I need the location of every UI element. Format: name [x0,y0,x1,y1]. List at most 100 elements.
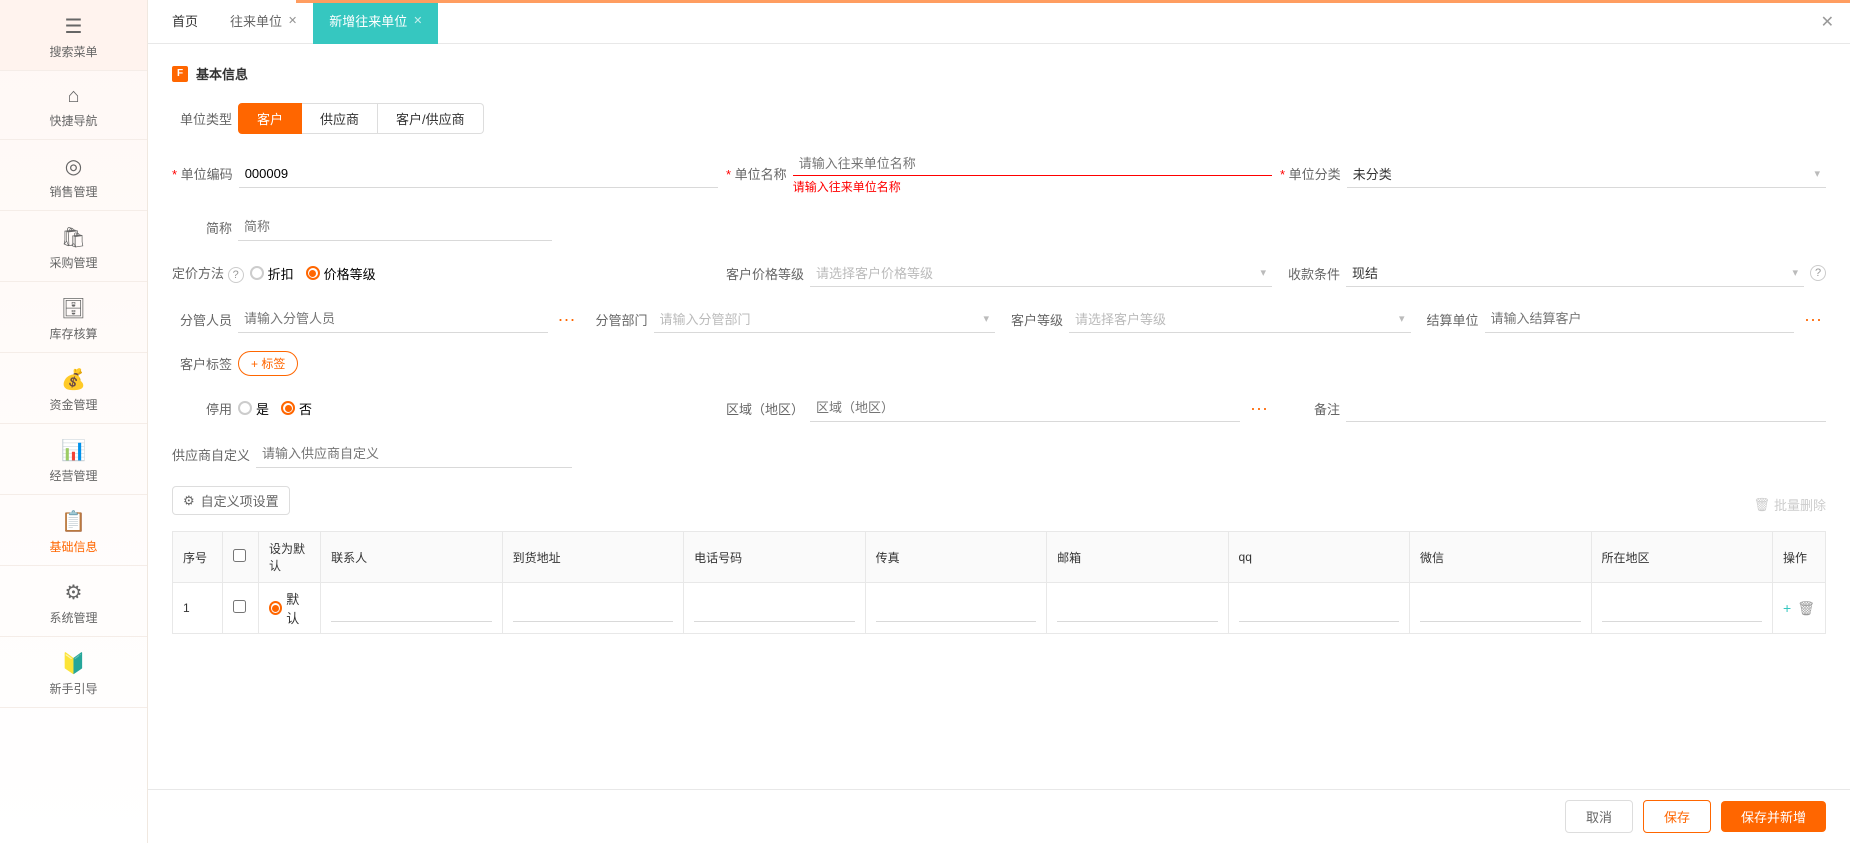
tab-partners-close-icon[interactable]: ✕ [288,14,297,27]
tab-home[interactable]: 首页 [156,0,214,44]
default-radio-dot [272,605,279,612]
payment-terms-label: 收款条件 [1280,264,1340,283]
payment-terms-help-icon[interactable]: ? [1810,265,1826,281]
sidebar-item-quick-nav[interactable]: ⌂ 快捷导航 [0,71,147,140]
contact-input[interactable] [331,594,491,622]
row-checkbox[interactable] [233,600,246,613]
unit-type-customer-button[interactable]: 客户 [238,103,302,134]
gear-icon: ⚙ [183,493,195,509]
note-input[interactable] [1346,394,1826,422]
save-and-new-button[interactable]: 保存并新增 [1721,801,1826,832]
pricing-row: 定价方法 ? 折扣 价格等级 客户价格 [172,259,1826,287]
customer-level-placeholder: 请选择客户等级 [1075,309,1395,328]
sidebar-item-basic-info[interactable]: 📋 基础信息 [0,495,147,566]
unit-code-label: * 单位编码 [172,164,233,183]
custom-settings-button[interactable]: ⚙ 自定义项设置 [172,486,290,515]
cell-region [1591,583,1772,634]
cancel-button[interactable]: 取消 [1565,800,1633,833]
cell-email [1047,583,1228,634]
cell-address [502,583,683,634]
sidebar-item-finance[interactable]: 💰 资金管理 [0,353,147,424]
batch-delete-label: 批量删除 [1774,495,1826,514]
close-all-tabs-button[interactable]: ✕ [1813,12,1842,32]
region-table-input[interactable] [1602,594,1762,622]
pricing-level-radio[interactable]: 价格等级 [306,264,376,283]
fax-input[interactable] [876,594,1036,622]
pricing-help-icon[interactable]: ? [228,267,244,283]
sidebar-item-inventory[interactable]: 🗄 库存核算 [0,282,147,353]
region-input[interactable] [810,394,1240,422]
sidebar-item-system[interactable]: ⚙ 系统管理 [0,566,147,637]
settlement-input[interactable] [1485,305,1795,333]
unit-name-wrapper: 请输入往来单位名称 [793,152,1272,195]
sidebar-item-label-sales: 销售管理 [49,183,97,200]
default-radio[interactable]: 默认 [269,589,310,627]
address-input[interactable] [513,594,673,622]
short-name-input[interactable] [238,213,552,241]
batch-delete-button[interactable]: 🗑 批量删除 [1753,495,1826,514]
payment-terms-select[interactable]: 现结 ▾ [1346,259,1804,287]
col-email: 邮箱 [1047,532,1228,583]
sidebar-item-sales[interactable]: ◎ 销售管理 [0,140,147,211]
delete-row-button[interactable]: 🗑 [1797,600,1815,617]
unit-type-supplier-button[interactable]: 供应商 [302,103,378,134]
unit-code-input[interactable] [239,160,718,188]
pricing-discount-radio[interactable]: 折扣 [250,264,294,283]
col-check [223,532,259,583]
pricing-discount-circle [250,266,264,280]
sidebar-item-label-purchase: 采购管理 [49,254,97,271]
sidebar-item-search[interactable]: ☰ 搜索菜单 [0,0,147,71]
tab-new-partner-close-icon[interactable]: ✕ [413,14,422,27]
note-field: 备注 [1280,394,1826,422]
region-more-button[interactable]: ··· [1246,399,1272,417]
disabled-label: 停用 [172,399,232,418]
add-row-button[interactable]: + [1783,600,1791,616]
region-field: 区域（地区） ··· [726,394,1272,422]
supplier-custom-input[interactable] [256,440,572,468]
cell-phone [684,583,865,634]
cell-qq [1228,583,1409,634]
phone-input[interactable] [694,594,854,622]
disabled-no-radio[interactable]: 否 [281,399,312,418]
sidebar-item-guide[interactable]: 🔰 新手引导 [0,637,147,708]
unit-category-select[interactable]: 未分类 ▾ [1347,160,1826,188]
add-tag-button[interactable]: + 标签 [238,351,298,376]
supplier-custom-label: 供应商自定义 [172,445,250,464]
note-label: 备注 [1280,399,1340,418]
contacts-table: 序号 设为默认 联系人 到货地址 电话号码 传真 邮箱 qq 微信 所在地区 [172,531,1826,634]
sidebar-item-label-guide: 新手引导 [49,680,97,697]
manager-more-button[interactable]: ··· [554,310,580,328]
qq-input[interactable] [1239,594,1399,622]
settlement-more-button[interactable]: ··· [1800,310,1826,328]
default-radio-group: 默认 [269,589,310,627]
wechat-input[interactable] [1420,594,1580,622]
customer-price-level-placeholder: 请选择客户价格等级 [816,263,1256,282]
select-all-checkbox[interactable] [233,549,246,562]
sidebar-item-purchase[interactable]: 🛍 采购管理 [0,211,147,282]
email-input[interactable] [1057,594,1217,622]
inventory-icon: 🗄 [61,296,86,321]
purchase-icon: 🛍 [61,225,86,250]
tab-new-partner[interactable]: 新增往来单位 ✕ [313,0,438,44]
sidebar-item-operations[interactable]: 📊 经营管理 [0,424,147,495]
disabled-no-label: 否 [299,399,312,418]
customer-price-level-select[interactable]: 请选择客户价格等级 ▾ [810,259,1272,287]
customer-level-select[interactable]: 请选择客户等级 ▾ [1069,305,1411,333]
tags-field: 客户标签 + 标签 [172,351,1826,376]
section-header: F 基本信息 [172,64,1826,83]
tab-partners[interactable]: 往来单位 ✕ [214,0,313,44]
save-button[interactable]: 保存 [1643,800,1711,833]
disabled-yes-radio[interactable]: 是 [238,399,269,418]
tab-new-partner-label: 新增往来单位 [329,11,407,30]
payment-terms-field: 收款条件 现结 ▾ ? [1280,259,1826,287]
customer-price-level-label: 客户价格等级 [726,264,804,283]
unit-type-both-button[interactable]: 客户/供应商 [378,103,484,134]
unit-type-group: 客户 供应商 客户/供应商 [238,103,484,134]
manager-input[interactable] [238,305,548,333]
dept-select[interactable]: 请输入分管部门 ▾ [654,305,996,333]
sidebar-item-label-quick: 快捷导航 [49,112,97,129]
cell-contact [321,583,502,634]
sales-icon: ◎ [65,154,82,179]
unit-name-input[interactable] [793,152,1272,176]
col-region: 所在地区 [1591,532,1772,583]
